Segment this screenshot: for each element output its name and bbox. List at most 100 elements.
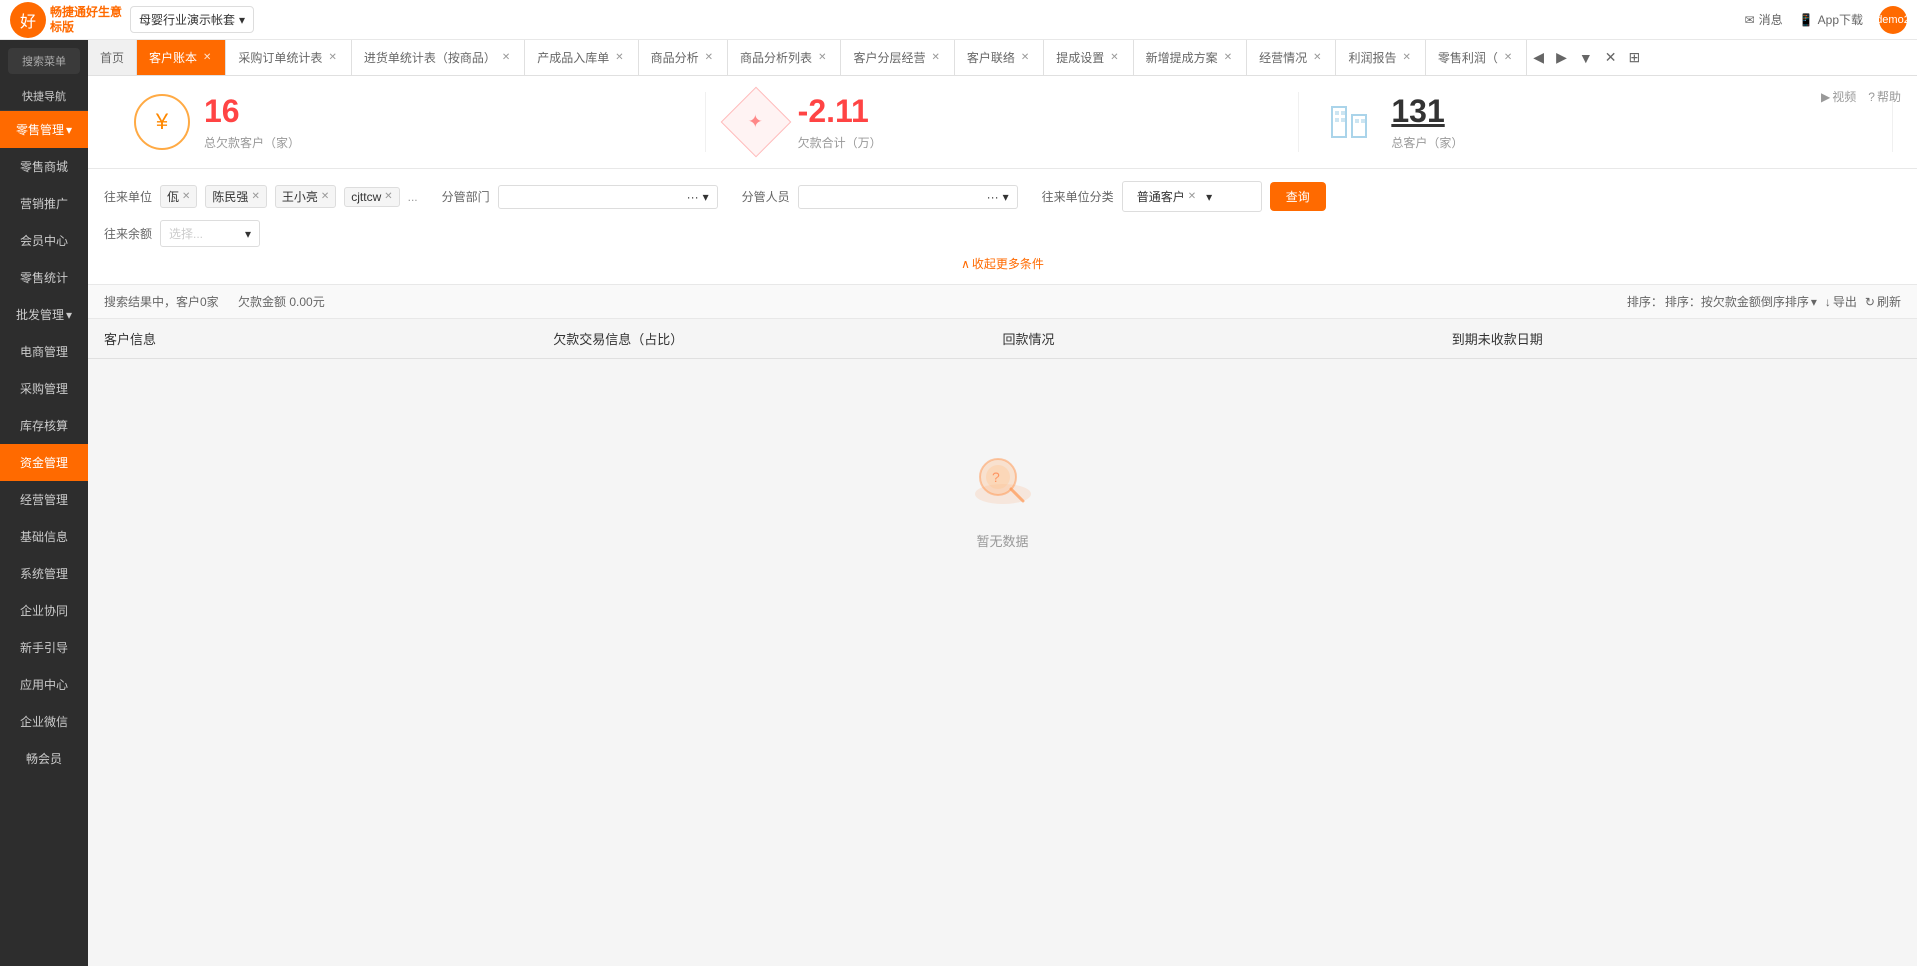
dept-select[interactable]: ··· ▾ [498, 185, 718, 209]
refresh-button[interactable]: ↻ 刷新 [1865, 293, 1901, 310]
sidebar-item-marketing[interactable]: 营销推广 [0, 185, 88, 222]
logo-text: 畅捷通好生意 标版 [50, 5, 122, 34]
search-menu-button[interactable]: 搜索菜单 [8, 48, 80, 74]
sidebar-item-retail-shop[interactable]: 零售商城 [0, 148, 88, 185]
tab-new-boost[interactable]: 新增提成方案 ✕ [1134, 40, 1247, 76]
stat-value-debt: -2.11 [798, 93, 882, 130]
export-button[interactable]: ↓ 导出 [1825, 293, 1857, 310]
normal-customer-close[interactable]: ✕ [1188, 191, 1196, 202]
tab-biz-status[interactable]: 经营情况 ✕ [1247, 40, 1336, 76]
tab-close-customer-contact[interactable]: ✕ [1019, 51, 1031, 64]
content-area: 首页 客户账本 ✕ 采购订单统计表 ✕ 进货单统计表（按商品） ✕ 产成品入库单… [88, 40, 1917, 966]
tab-customer-contact[interactable]: 客户联络 ✕ [955, 40, 1044, 76]
top-bar: 好 畅捷通好生意 标版 母婴行业演示帐套 ▾ ✉ 消息 📱 App下载 dem [0, 0, 1917, 40]
tab-close-customer-segment[interactable]: ✕ [929, 51, 941, 64]
stat-icon-3 [1319, 92, 1379, 152]
sidebar-item-wholesale[interactable]: 批发管理 ▾ [0, 296, 88, 333]
tab-customer-segment[interactable]: 客户分层经营 ✕ [841, 40, 954, 76]
tab-close-customers[interactable]: ✕ [201, 51, 213, 64]
collapse-button[interactable]: ∧ 收起更多条件 [961, 255, 1044, 272]
tab-product-analysis-list[interactable]: 商品分析列表 ✕ [728, 40, 841, 76]
filter-tag-wa-close[interactable]: ✕ [182, 191, 190, 202]
download-icon: ↓ [1825, 295, 1831, 309]
sidebar-item-retail-mgmt[interactable]: 零售管理 ▾ [0, 111, 88, 148]
balance-select[interactable]: 选择... ▾ [160, 220, 260, 247]
tab-customers[interactable]: 客户账本 ✕ [137, 40, 226, 76]
tab-close-boost-settings[interactable]: ✕ [1108, 51, 1120, 64]
sidebar-item-retail-stats[interactable]: 零售统计 [0, 259, 88, 296]
filter-tag-wang: 王小亮 ✕ [275, 185, 336, 208]
user-avatar[interactable]: demo2 [1879, 6, 1907, 34]
tab-purchase-order[interactable]: 采购订单统计表 ✕ [226, 40, 351, 76]
tab-product-analysis[interactable]: 商品分析 ✕ [639, 40, 728, 76]
sort-select[interactable]: 排序： 排序：按欠款金额倒序排序 ▾ [1627, 293, 1817, 310]
play-icon: ▶ [1821, 90, 1830, 104]
sidebar-item-sys-mgmt[interactable]: 系统管理 [0, 555, 88, 592]
tab-close-new-boost[interactable]: ✕ [1222, 51, 1234, 64]
tab-close-purchase-order[interactable]: ✕ [326, 51, 338, 64]
tab-close-all-button[interactable]: ✕ [1599, 49, 1623, 66]
video-help-button[interactable]: ▶ 视频 [1821, 88, 1856, 105]
filter-tag-cjttcw-close[interactable]: ✕ [384, 191, 392, 202]
stat-label-total: 总客户（家） [1391, 134, 1463, 151]
chevron-up-icon: ∧ [961, 257, 970, 271]
sidebar-item-new-guide[interactable]: 新手引导 [0, 629, 88, 666]
query-button[interactable]: 查询 [1270, 182, 1326, 211]
chevron-down-icon3: ▾ [1206, 190, 1212, 204]
sidebar-item-inventory[interactable]: 库存核算 [0, 407, 88, 444]
sidebar-item-basic-info[interactable]: 基础信息 [0, 518, 88, 555]
chevron-down-icon2: ▾ [1003, 190, 1009, 204]
sidebar-item-app-center[interactable]: 应用中心 [0, 666, 88, 703]
app-download-button[interactable]: 📱 App下载 [1799, 11, 1863, 28]
sidebar-search-area: 搜索菜单 [0, 40, 88, 82]
top-bar-right: ✉ 消息 📱 App下载 demo2 [1745, 6, 1907, 34]
account-dropdown[interactable]: 母婴行业演示帐套 ▾ [130, 6, 254, 33]
tab-prev-button[interactable]: ◀ [1527, 49, 1550, 66]
tab-close-product-inbound[interactable]: ✕ [613, 51, 625, 64]
yuan-icon: ¥ [134, 94, 190, 150]
help-button[interactable]: ? 帮助 [1868, 88, 1901, 105]
tab-close-product-analysis[interactable]: ✕ [703, 51, 715, 64]
messages-button[interactable]: ✉ 消息 [1745, 11, 1783, 28]
filter-tag-chen-close[interactable]: ✕ [251, 191, 259, 202]
sidebar-item-finance[interactable]: 资金管理 [0, 444, 88, 481]
tab-home[interactable]: 首页 [88, 40, 137, 76]
sidebar-item-membership[interactable]: 会员中心 [0, 222, 88, 259]
tab-purchase-stats[interactable]: 进货单统计表（按商品） ✕ [352, 40, 525, 76]
quick-nav-button[interactable]: 快捷导航 [0, 82, 88, 111]
tab-product-inbound[interactable]: 产成品入库单 ✕ [525, 40, 638, 76]
tab-close-biz-status[interactable]: ✕ [1311, 51, 1323, 64]
chevron-down-icon5: ▾ [1811, 295, 1817, 309]
tab-retail-profit[interactable]: 零售利润（ ✕ [1426, 40, 1527, 76]
sidebar-item-ops[interactable]: 经营管理 [0, 481, 88, 518]
tab-profit-report[interactable]: 利润报告 ✕ [1336, 40, 1425, 76]
sidebar-item-enterprise-coop[interactable]: 企业协同 [0, 592, 88, 629]
filter-tag-wang-close[interactable]: ✕ [321, 191, 329, 202]
tab-close-profit-report[interactable]: ✕ [1401, 51, 1413, 64]
sidebar-item-members[interactable]: 畅会员 [0, 740, 88, 777]
stats-help: ▶ 视频 ? 帮助 [1821, 88, 1901, 105]
filter-more-button[interactable]: ... [408, 190, 418, 204]
empty-state: ? 暂无数据 [88, 359, 1917, 630]
tab-next-button[interactable]: ▶ [1550, 49, 1573, 66]
col-due-date: 到期未收款日期 [1452, 329, 1901, 348]
tab-menu-button[interactable]: ▼ [1573, 50, 1599, 66]
more-icon: ··· [687, 190, 699, 204]
unit-type-select[interactable]: 普通客户 ✕ ▾ [1122, 181, 1262, 212]
tab-close-retail-profit[interactable]: ✕ [1502, 51, 1514, 64]
tab-close-product-analysis-list[interactable]: ✕ [816, 51, 828, 64]
tab-restore-button[interactable]: ⊞ [1622, 49, 1646, 66]
tab-boost-settings[interactable]: 提成设置 ✕ [1044, 40, 1133, 76]
diamond-icon: ✦ [720, 87, 791, 158]
result-actions: 排序： 排序：按欠款金额倒序排序 ▾ ↓ 导出 ↻ 刷新 [1627, 293, 1901, 310]
balance-label: 往来余额 [104, 225, 152, 242]
stat-label-customers: 总欠款客户（家） [204, 134, 300, 151]
svg-text:?: ? [992, 469, 1000, 485]
col-collection: 回款情况 [1003, 329, 1452, 348]
unit-type-label: 往来单位分类 [1042, 188, 1114, 205]
tab-close-purchase-stats[interactable]: ✕ [500, 51, 512, 64]
sidebar-item-ecommerce[interactable]: 电商管理 [0, 333, 88, 370]
person-select[interactable]: ··· ▾ [798, 185, 1018, 209]
sidebar-item-purchase[interactable]: 采购管理 [0, 370, 88, 407]
sidebar-item-enterprise-wechat[interactable]: 企业微信 [0, 703, 88, 740]
